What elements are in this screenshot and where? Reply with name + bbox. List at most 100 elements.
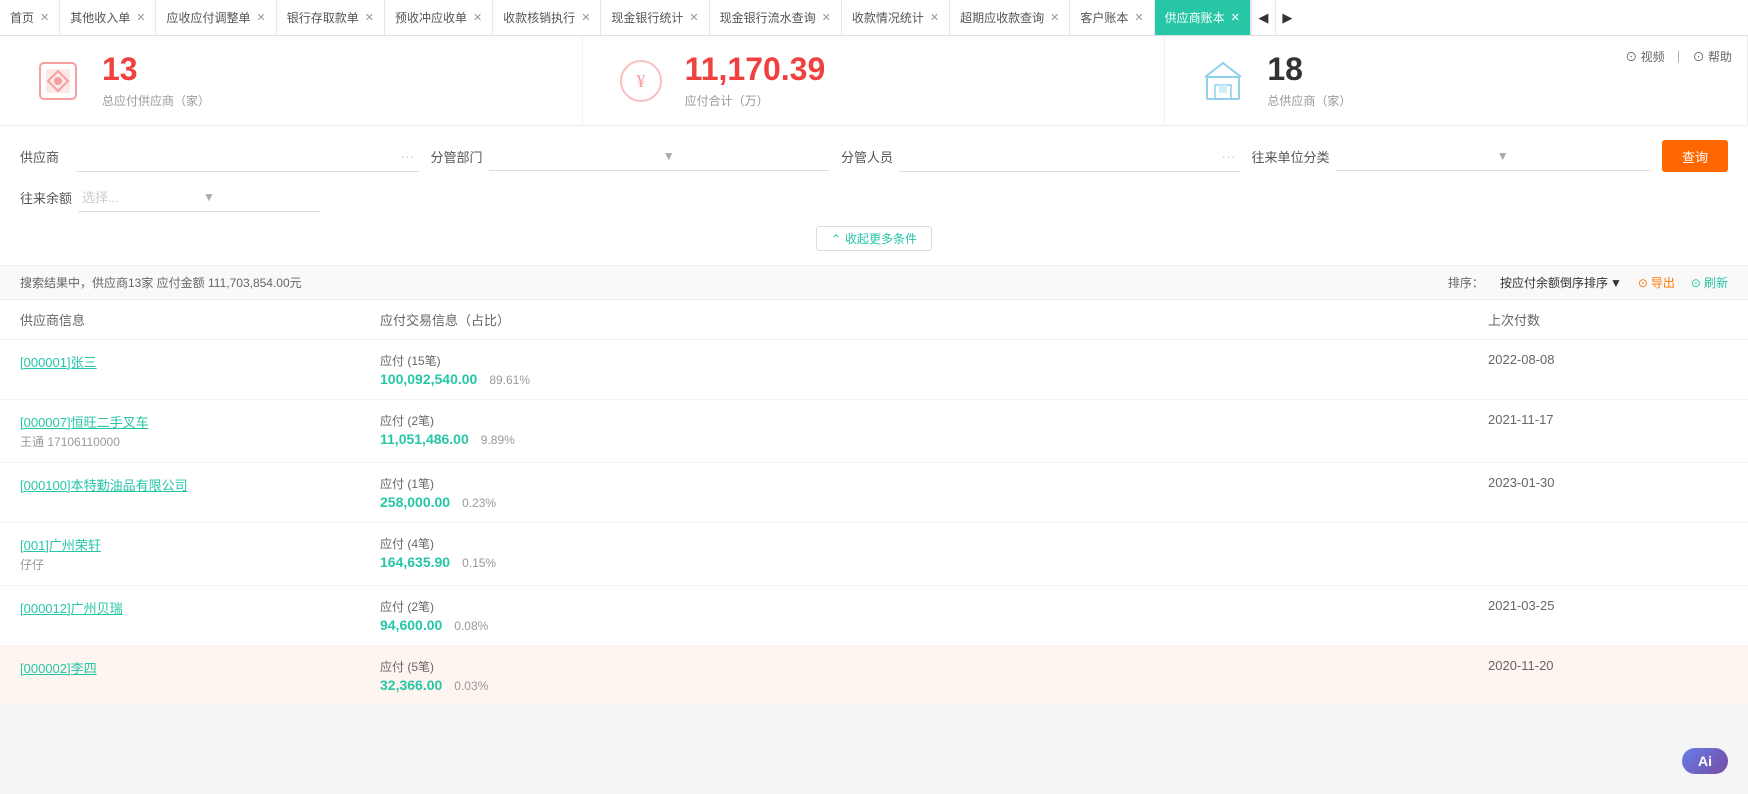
filter-supplier: 供应商 ···	[20, 141, 419, 172]
transaction-row-5: 94,600.00 0.08%	[380, 615, 1488, 633]
chevron-down-icon-3: ▼	[199, 190, 320, 204]
supplier-table: 供应商信息 应付交易信息（占比） 上次付数 [000001]张三 应付 (15笔…	[0, 300, 1748, 706]
filter-department: 分管部门 ▼	[431, 141, 830, 171]
nav-tab-home[interactable]: 首页 ✕	[0, 0, 60, 36]
sort-select[interactable]: 按应付余额倒序排序 ▼	[1500, 274, 1622, 291]
transaction-row-1: 100,092,540.00 89.61%	[380, 369, 1488, 387]
nav-tab-label: 现金银行统计	[611, 9, 683, 26]
close-icon[interactable]: ✕	[930, 11, 939, 24]
refresh-button[interactable]: ⊙ 刷新	[1691, 274, 1728, 291]
nav-tab-income[interactable]: 其他收入单 ✕	[60, 0, 156, 36]
nav-tab-customer[interactable]: 客户账本 ✕	[1070, 0, 1154, 36]
close-icon[interactable]: ✕	[1231, 11, 1240, 24]
collapse-button[interactable]: ⌃ 收起更多条件	[816, 226, 932, 251]
ellipsis-icon-2[interactable]: ···	[1218, 148, 1240, 164]
transaction-info-1: 应付 (15笔) 100,092,540.00 89.61%	[380, 352, 1488, 387]
balance-dropdown[interactable]: 选择... ▼	[78, 182, 320, 212]
transaction-amount-1[interactable]: 100,092,540.00	[380, 371, 477, 387]
help-link[interactable]: ⊙ 帮助	[1693, 48, 1732, 65]
nav-tab-label: 其他收入单	[70, 9, 130, 26]
supplier-input[interactable]	[76, 141, 397, 171]
transaction-amount-2[interactable]: 11,051,486.00	[380, 431, 469, 447]
nav-tab-cashflow[interactable]: 现金银行流水查询 ✕	[710, 0, 842, 36]
nav-tab-advance[interactable]: 预收冲应收单 ✕	[385, 0, 493, 36]
payable-supplier-label: 总应付供应商（家）	[102, 92, 210, 109]
person-input-container: ···	[899, 141, 1239, 172]
sort-arrow-icon: ▼	[1610, 276, 1622, 290]
last-pay-date-3: 2023-01-30	[1488, 475, 1555, 490]
transaction-amount-6[interactable]: 32,366.00	[380, 677, 442, 693]
department-dropdown[interactable]: ▼	[489, 141, 829, 171]
supplier-link-3[interactable]: [000100]本特勤油品有限公司	[20, 475, 380, 494]
last-pay-date-5: 2021-03-25	[1488, 598, 1555, 613]
person-filter-label: 分管人员	[841, 147, 893, 166]
nav-tab-label: 现金银行流水查询	[720, 9, 816, 26]
nav-tab-collstat[interactable]: 收款情况统计 ✕	[842, 0, 950, 36]
category-dropdown[interactable]: ▼	[1336, 141, 1650, 171]
close-icon[interactable]: ✕	[581, 11, 590, 24]
close-icon[interactable]: ✕	[689, 11, 698, 24]
nav-tab-bank[interactable]: 银行存取款单 ✕	[277, 0, 385, 36]
filter-balance: 往来余额 选择... ▼	[20, 182, 320, 212]
nav-tab-adjust[interactable]: 应收应付调整单 ✕	[156, 0, 276, 36]
svg-text:¥: ¥	[636, 71, 645, 91]
nav-tab-collection[interactable]: 收款核销执行 ✕	[493, 0, 601, 36]
export-icon: ⊙	[1638, 276, 1648, 290]
supplier-link-1[interactable]: [000001]张三	[20, 352, 380, 371]
last-pay-3: 2023-01-30	[1488, 475, 1728, 490]
nav-next-arrow[interactable]: ▶	[1275, 0, 1299, 36]
last-pay-2: 2021-11-17	[1488, 412, 1728, 427]
transaction-percent-3: 0.23%	[462, 496, 496, 510]
help-links: ⊙ 视频 ｜ ⊙ 帮助	[1625, 48, 1732, 65]
video-link[interactable]: ⊙ 视频	[1625, 48, 1664, 65]
nav-prev-arrow[interactable]: ◀	[1251, 0, 1275, 36]
close-icon[interactable]: ✕	[136, 11, 145, 24]
close-icon[interactable]: ✕	[40, 11, 49, 24]
supplier-link-4[interactable]: [001]广州荣轩	[20, 535, 380, 554]
search-button[interactable]: 查询	[1662, 140, 1728, 172]
nav-tab-overdue[interactable]: 超期应收款查询 ✕	[950, 0, 1070, 36]
supplier-link-5[interactable]: [000012]广州贝瑞	[20, 598, 380, 617]
person-input[interactable]	[899, 141, 1217, 171]
transaction-row-6: 32,366.00 0.03%	[380, 675, 1488, 693]
transaction-percent-6: 0.03%	[454, 679, 488, 693]
supplier-link-2[interactable]: [000007]恒旺二手叉车	[20, 412, 380, 431]
nav-tab-cashstat[interactable]: 现金银行统计 ✕	[601, 0, 709, 36]
close-icon[interactable]: ✕	[473, 11, 482, 24]
close-icon[interactable]: ✕	[256, 11, 265, 24]
filter-row-1: 供应商 ··· 分管部门 ▼ 分管人员 ··· 往来单位分类	[20, 140, 1728, 172]
stat-info-3: 18 总供应商（家）	[1267, 52, 1351, 108]
filter-area: 供应商 ··· 分管部门 ▼ 分管人员 ··· 往来单位分类	[0, 126, 1748, 266]
export-button[interactable]: ⊙ 导出	[1638, 274, 1675, 291]
total-supplier-count: 18	[1267, 52, 1351, 87]
table-row: [000012]广州贝瑞 应付 (2笔) 94,600.00 0.08% 202…	[0, 586, 1748, 646]
stat-info-2: 11,170.39 应付合计（万）	[685, 52, 826, 108]
supplier-link-6[interactable]: [000002]李四	[20, 658, 380, 677]
close-icon[interactable]: ✕	[822, 11, 831, 24]
supplier-filter-label: 供应商	[20, 147, 70, 166]
transaction-amount-5[interactable]: 94,600.00	[380, 617, 442, 633]
nav-tab-label: 超期应收款查询	[960, 9, 1044, 26]
transaction-amount-4[interactable]: 164,635.90	[380, 554, 450, 570]
supplier-info-4: [001]广州荣轩 仔仔	[20, 535, 380, 573]
last-pay-1: 2022-08-08	[1488, 352, 1728, 367]
last-pay-5: 2021-03-25	[1488, 598, 1728, 613]
transaction-amount-3[interactable]: 258,000.00	[380, 494, 450, 510]
ellipsis-icon[interactable]: ···	[397, 148, 419, 164]
nav-tab-label: 收款核销执行	[503, 9, 575, 26]
stat-info-1: 13 总应付供应商（家）	[102, 52, 210, 108]
ai-button[interactable]: Ai	[1682, 748, 1728, 774]
close-icon[interactable]: ✕	[1050, 11, 1059, 24]
payable-count-2: 应付 (2笔)	[380, 412, 1488, 429]
nav-tab-supplier[interactable]: 供应商账本 ✕	[1155, 0, 1251, 36]
payable-count-4: 应付 (4笔)	[380, 535, 1488, 552]
payable-count-1: 应付 (15笔)	[380, 352, 1488, 369]
diamond-icon	[30, 53, 86, 109]
collapse-label: 收起更多条件	[845, 230, 917, 247]
filter-row-2: 往来余额 选择... ▼	[20, 182, 320, 212]
close-icon[interactable]: ✕	[1134, 11, 1143, 24]
transaction-info-5: 应付 (2笔) 94,600.00 0.08%	[380, 598, 1488, 633]
last-pay-date-2: 2021-11-17	[1488, 412, 1554, 427]
ai-label: Ai	[1698, 753, 1712, 769]
close-icon[interactable]: ✕	[365, 11, 374, 24]
